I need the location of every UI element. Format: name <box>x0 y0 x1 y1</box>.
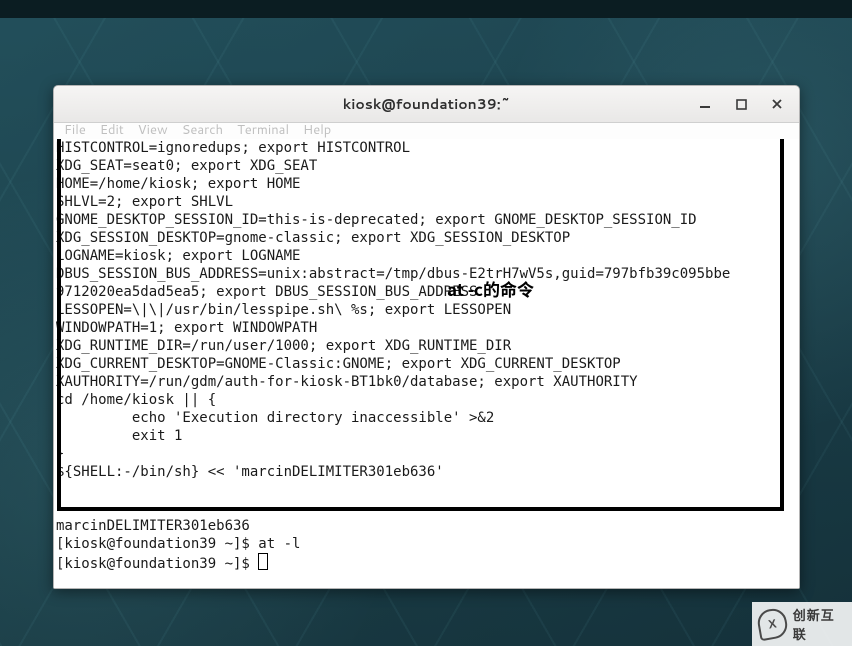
terminal-viewport[interactable]: HISTCONTROL=ignoredups; export HISTCONTR… <box>54 139 799 588</box>
gnome-topbar <box>0 0 852 18</box>
window-titlebar[interactable]: kiosk@foundation39:~ <box>54 86 799 123</box>
menu-terminal[interactable]: Terminal <box>237 121 289 139</box>
menu-edit[interactable]: Edit <box>100 121 124 139</box>
menu-view[interactable]: View <box>138 121 168 139</box>
window-title: kiosk@foundation39:~ <box>343 94 510 114</box>
watermark-logo-icon: X <box>756 607 790 642</box>
terminal-cursor <box>258 553 268 570</box>
close-button[interactable] <box>767 94 787 114</box>
terminal-output: HISTCONTROL=ignoredups; export HISTCONTR… <box>56 139 730 573</box>
terminal-menubar: File Edit View Search Terminal Help <box>54 121 799 139</box>
minimize-button[interactable] <box>695 94 715 114</box>
menu-help[interactable]: Help <box>303 121 331 139</box>
maximize-button[interactable] <box>731 94 751 114</box>
menu-file[interactable]: File <box>64 121 86 139</box>
menu-search[interactable]: Search <box>182 121 223 139</box>
window-controls <box>695 86 793 122</box>
watermark-brand: 创新互联 <box>793 605 846 643</box>
terminal-window: kiosk@foundation39:~ File Edit View Sear… <box>53 85 800 589</box>
watermark: X 创新互联 <box>752 602 852 646</box>
